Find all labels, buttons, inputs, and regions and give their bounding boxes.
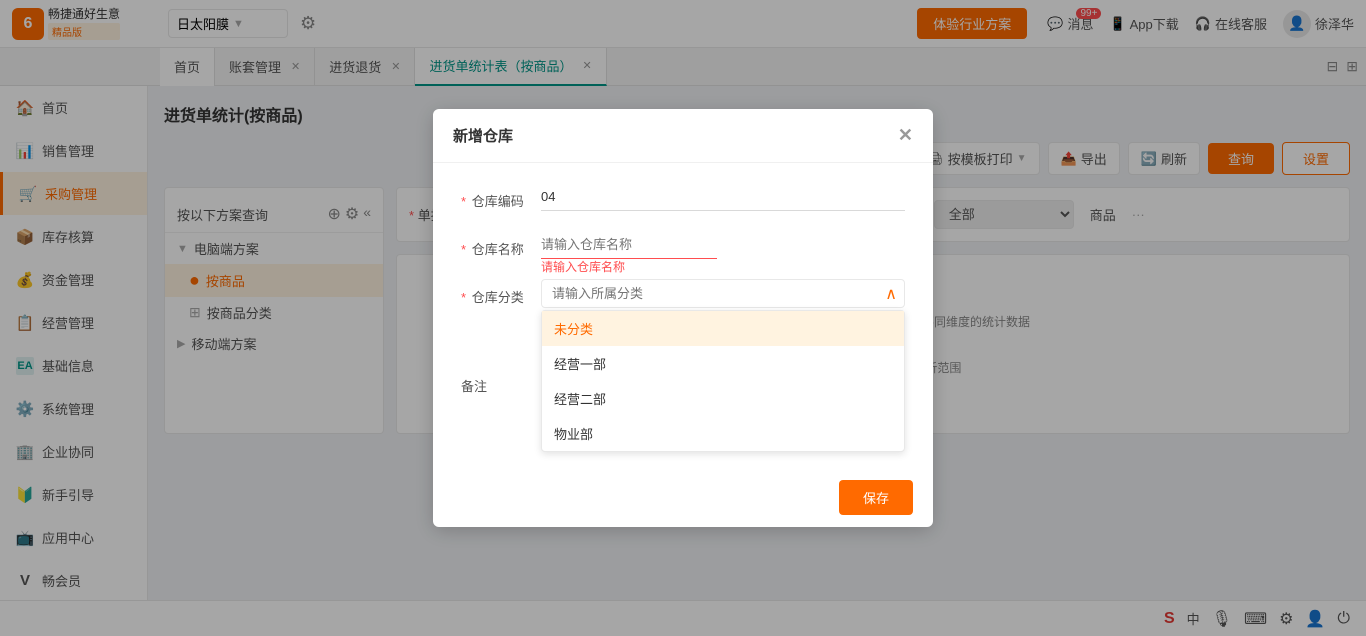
required-star-name: * <box>461 242 466 257</box>
warehouse-category-row: * 仓库分类 ∧ 未分类 经营一部 经营二部 物业部 <box>461 279 905 308</box>
category-arrow-icon[interactable]: ∧ <box>885 284 897 304</box>
warehouse-category-wrap: ∧ 未分类 经营一部 经营二部 物业部 <box>541 279 905 308</box>
modal-body: * 仓库编码 * 仓库名称 请输入仓库名称 * <box>433 163 933 468</box>
dropdown-item-property[interactable]: 物业部 <box>542 416 904 451</box>
modal-overlay: 新增仓库 ✕ * 仓库编码 * 仓库名称 <box>0 0 1366 636</box>
modal-footer: 保存 <box>433 468 933 527</box>
modal-title: 新增仓库 <box>453 125 513 146</box>
warehouse-category-label: * 仓库分类 <box>461 279 541 306</box>
category-dropdown: 未分类 经营一部 经营二部 物业部 <box>541 310 905 452</box>
warehouse-category-input[interactable] <box>541 279 905 308</box>
save-button[interactable]: 保存 <box>839 480 913 515</box>
warehouse-code-label: * 仓库编码 <box>461 183 541 210</box>
required-star-code: * <box>461 194 466 209</box>
dropdown-item-uncategorized[interactable]: 未分类 <box>542 311 904 346</box>
modal-header: 新增仓库 ✕ <box>433 109 933 163</box>
add-warehouse-modal: 新增仓库 ✕ * 仓库编码 * 仓库名称 <box>433 109 933 527</box>
warehouse-code-row: * 仓库编码 <box>461 183 905 211</box>
modal-close-button[interactable]: ✕ <box>898 125 913 146</box>
warehouse-name-input[interactable] <box>541 231 717 259</box>
warehouse-name-error: 请输入仓库名称 <box>541 258 625 275</box>
warehouse-name-row: * 仓库名称 请输入仓库名称 <box>461 231 905 259</box>
remark-label: 备注 <box>461 368 541 395</box>
warehouse-code-input[interactable] <box>541 183 905 211</box>
dropdown-item-ops2[interactable]: 经营二部 <box>542 381 904 416</box>
required-star-cat: * <box>461 290 466 305</box>
dropdown-item-ops1[interactable]: 经营一部 <box>542 346 904 381</box>
warehouse-name-label: * 仓库名称 <box>461 231 541 258</box>
